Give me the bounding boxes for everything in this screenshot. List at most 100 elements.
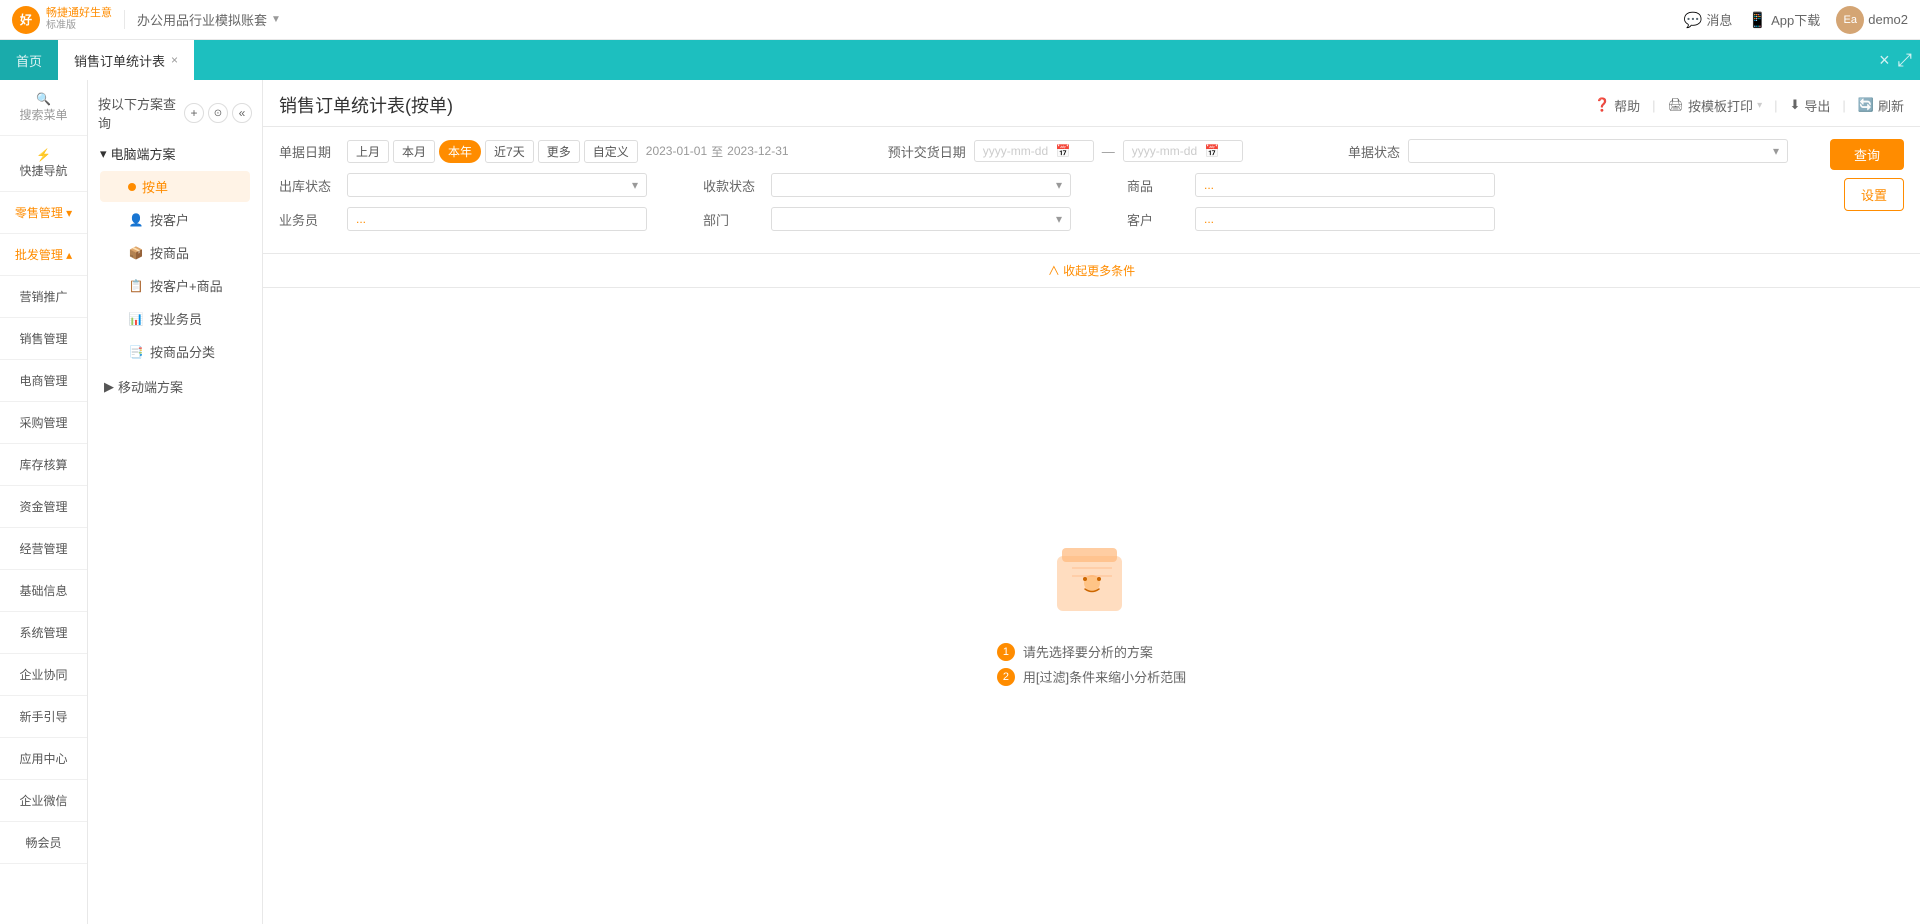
date-btn-last-month[interactable]: 上月	[347, 140, 389, 163]
mobile-scheme-group: ▶ 移动端方案	[88, 369, 262, 404]
action-divider-3: |	[1842, 98, 1845, 113]
active-dot-icon	[128, 183, 136, 191]
date-btn-more[interactable]: 更多	[538, 140, 580, 163]
filter-inputs: 单据日期 上月 本月 本年 近7天 更多 自定义 2023-01-01	[279, 139, 1788, 241]
collapse-bar[interactable]: ∧ 收起更多条件	[263, 254, 1920, 288]
sidebar-item-retail[interactable]: 零售管理 ▾	[0, 192, 87, 234]
sidebar-item-operations[interactable]: 经营管理	[0, 528, 87, 570]
calendar-end-icon: 📅	[1204, 144, 1219, 158]
department-select[interactable]: ▾	[771, 207, 1071, 231]
product-icon: 📦	[128, 245, 144, 261]
export-button[interactable]: ⬇ 导出	[1789, 96, 1830, 115]
sidebar-item-purchase[interactable]: 采购管理	[0, 402, 87, 444]
nav-tabs: 首页 销售订单统计表 × × ⤢	[0, 40, 1920, 80]
customer-icon: 👤	[128, 212, 144, 228]
scheme-item-by-customer-product[interactable]: 📋 按客户+商品	[100, 270, 250, 301]
delivery-select[interactable]: ▾	[347, 173, 647, 197]
scheme-item-by-category[interactable]: 📑 按商品分类	[100, 336, 250, 367]
tab-close-icon[interactable]: ×	[171, 53, 178, 67]
help-button[interactable]: ❓ 帮助	[1594, 96, 1640, 115]
scheme-item-by-order[interactable]: 按单	[100, 171, 250, 202]
pc-scheme-group-title[interactable]: ▾ 电脑端方案	[96, 138, 254, 169]
department-dropdown-icon: ▾	[1056, 212, 1062, 226]
date-separator: —	[1102, 144, 1115, 159]
content-area: 按以下方案查询 + ⊙ « ▾ 电脑端方案 按单 👤 按客	[88, 80, 1920, 924]
download-icon: 📱	[1748, 11, 1767, 29]
print-arrow-icon: ▾	[1757, 100, 1762, 111]
mobile-group-arrow-icon: ▶	[104, 379, 114, 395]
date-btn-7days[interactable]: 近7天	[485, 140, 534, 163]
payment-dropdown-icon: ▾	[1056, 178, 1062, 192]
scheme-add-button[interactable]: +	[184, 103, 204, 123]
date-quick-buttons: 上月 本月 本年 近7天 更多 自定义	[347, 140, 638, 163]
expected-date-start-input[interactable]: yyyy-mm-dd 📅	[974, 140, 1094, 162]
customer-select[interactable]: ...	[1195, 207, 1495, 231]
window-close-icon[interactable]: ×	[1879, 50, 1890, 71]
main-content: 销售订单统计表(按单) ❓ 帮助 | 🖨 按模板打印 ▾ | ⬇	[263, 80, 1920, 924]
page-actions: ❓ 帮助 | 🖨 按模板打印 ▾ | ⬇ 导出 |	[1594, 96, 1904, 115]
settings-button[interactable]: 设置	[1844, 178, 1904, 211]
empty-hint-1: 1 请先选择要分析的方案	[997, 642, 1186, 661]
status-select[interactable]: ▾	[1408, 139, 1788, 163]
refresh-button[interactable]: 🔄 刷新	[1858, 96, 1904, 115]
filter-row-2: 出库状态 ▾ 收款状态 ▾	[279, 173, 1788, 197]
sidebar-item-sales[interactable]: 销售管理	[0, 318, 87, 360]
sidebar-item-ecommerce[interactable]: 电商管理	[0, 360, 87, 402]
help-icon: ❓	[1594, 97, 1610, 113]
sidebar-item-enterprise[interactable]: 企业协同	[0, 654, 87, 696]
page-header: 销售订单统计表(按单) ❓ 帮助 | 🖨 按模板打印 ▾ | ⬇	[263, 80, 1920, 127]
logo-area: 好 畅捷通好生意 标准版	[12, 6, 112, 34]
user-action[interactable]: Ea demo2	[1836, 6, 1908, 34]
scheme-item-by-customer[interactable]: 👤 按客户	[100, 204, 250, 235]
sidebar-item-system[interactable]: 系统管理	[0, 612, 87, 654]
sidebar-item-basic[interactable]: 基础信息	[0, 570, 87, 612]
product-select[interactable]: ...	[1195, 173, 1495, 197]
date-range-display: 2023-01-01 至 2023-12-31	[646, 143, 789, 160]
tab-sales-order-stats[interactable]: 销售订单统计表 ×	[58, 40, 194, 80]
scheme-panel-header: 按以下方案查询 + ⊙ «	[88, 88, 262, 138]
shortcuts-icon: ⚡	[36, 148, 51, 162]
date-btn-custom[interactable]: 自定义	[584, 140, 638, 163]
sidebar-item-marketing[interactable]: 营销推广	[0, 276, 87, 318]
scheme-item-by-salesman[interactable]: 📊 按业务员	[100, 303, 250, 334]
sidebar-item-corpwechat[interactable]: 企业微信	[0, 780, 87, 822]
industry-selector[interactable]: 办公用品行业模拟账套 ▼	[124, 10, 281, 29]
query-button[interactable]: 查询	[1830, 139, 1904, 170]
avatar: Ea	[1836, 6, 1864, 34]
sidebar-item-newbie[interactable]: 新手引导	[0, 696, 87, 738]
logo-text: 畅捷通好生意 标准版	[46, 7, 112, 32]
sidebar-search[interactable]: 🔍 搜索菜单	[0, 80, 87, 136]
sidebar-shortcuts[interactable]: ⚡ 快捷导航	[0, 136, 87, 192]
app-download-action[interactable]: 📱 App下载	[1748, 10, 1820, 29]
sidebar-item-finance[interactable]: 资金管理	[0, 486, 87, 528]
scheme-item-by-product[interactable]: 📦 按商品	[100, 237, 250, 268]
payment-select[interactable]: ▾	[771, 173, 1071, 197]
empty-illustration	[1042, 526, 1142, 626]
hint-1-number: 1	[997, 643, 1015, 661]
salesman-select[interactable]: ...	[347, 207, 647, 231]
delivery-dropdown-icon: ▾	[632, 178, 638, 192]
category-icon: 📑	[128, 344, 144, 360]
sidebar-item-wholesale[interactable]: 批发管理 ▴	[0, 234, 87, 276]
date-btn-this-month[interactable]: 本月	[393, 140, 435, 163]
filter-row-3: 业务员 ... 部门 ▾ 客户	[279, 207, 1788, 231]
sidebar-item-appcenter[interactable]: 应用中心	[0, 738, 87, 780]
window-maximize-icon[interactable]: ⤢	[1898, 50, 1912, 71]
action-divider-1: |	[1652, 98, 1655, 113]
calendar-start-icon: 📅	[1055, 144, 1070, 158]
sidebar-item-member[interactable]: 畅会员	[0, 822, 87, 864]
scheme-collapse-button[interactable]: «	[232, 103, 252, 123]
print-button[interactable]: 🖨 按模板打印 ▾	[1668, 96, 1763, 115]
tab-home[interactable]: 首页	[0, 40, 58, 80]
expected-date-end-input[interactable]: yyyy-mm-dd 📅	[1123, 140, 1243, 162]
date-btn-this-year[interactable]: 本年	[439, 140, 481, 163]
sidebar-item-inventory[interactable]: 库存核算	[0, 444, 87, 486]
empty-hint-2: 2 用[过滤]条件来缩小分析范围	[997, 667, 1186, 686]
main-layout: 🔍 搜索菜单 ⚡ 快捷导航 零售管理 ▾ 批发管理 ▴ 营销推广 销售管理 电商…	[0, 80, 1920, 924]
empty-state: 1 请先选择要分析的方案 2 用[过滤]条件来缩小分析范围	[263, 288, 1920, 924]
nav-tabs-right: × ⤢	[1879, 40, 1920, 80]
message-action[interactable]: 💬 消息	[1684, 10, 1733, 29]
page-title: 销售订单统计表(按单)	[279, 92, 453, 118]
mobile-scheme-group-title[interactable]: ▶ 移动端方案	[88, 371, 262, 402]
scheme-edit-button[interactable]: ⊙	[208, 103, 228, 123]
